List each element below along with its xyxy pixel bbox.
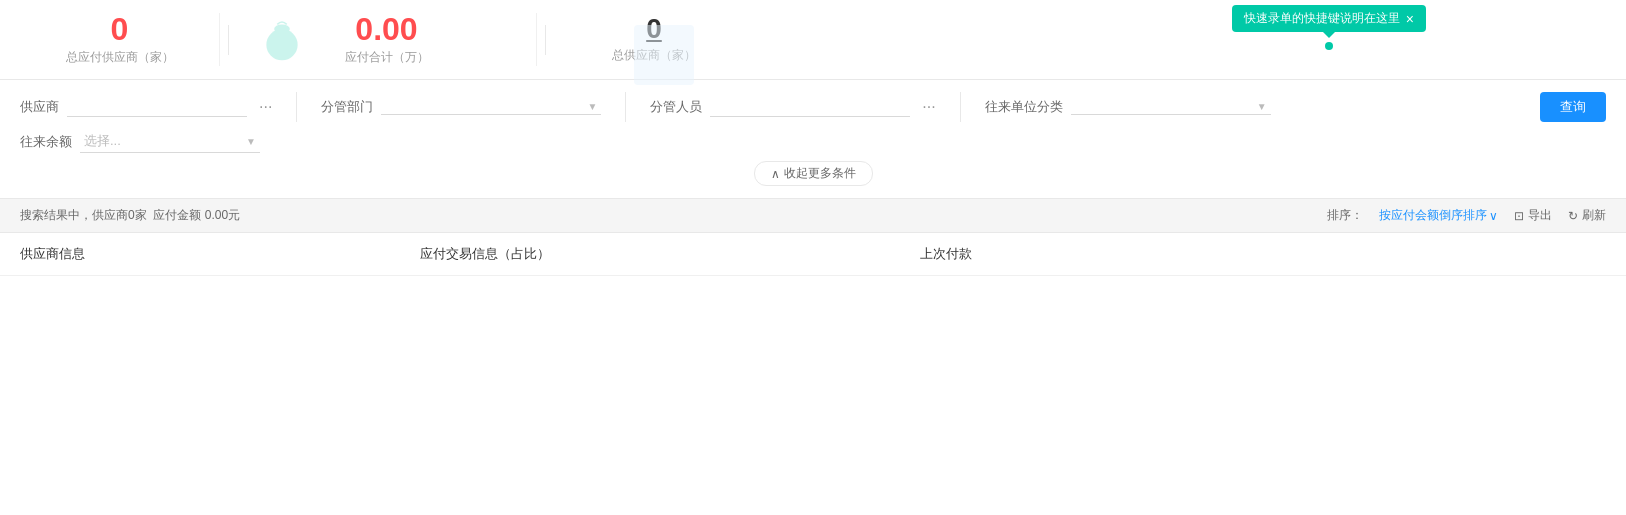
col-supplier-header: 供应商信息 [20,245,420,263]
result-text: 搜索结果中，供应商0家 应付金额 0.00元 [20,207,1327,224]
tooltip-dot [1325,42,1333,50]
stat-total-suppliers: 0 总供应商（家） [554,15,754,64]
filter-area: 供应商 ··· 分管部门 ▼ 分管人员 ··· 往来单位分类 ▼ [0,80,1626,199]
balance-chevron: ▼ [246,136,256,147]
stat-total-payable-suppliers: 0 总应付供应商（家） [20,13,220,66]
person-input[interactable] [710,97,910,117]
stat-bg-decoration [634,25,694,85]
balance-select[interactable]: 选择... ▼ [80,130,260,153]
department-chevron: ▼ [587,101,597,112]
sort-select[interactable]: 按应付会额倒序排序 ∨ [1379,207,1498,224]
collapse-icon: ∧ [771,167,780,181]
top-stats-bar: 0 总应付供应商（家） 0.00 应付合计（万） 快速录单的快捷键说明在这里 ×… [0,0,1626,80]
table-body [0,276,1626,515]
refresh-button[interactable]: ↻ 刷新 [1568,207,1606,224]
result-amount-label: 应付金额 [153,208,201,222]
balance-placeholder: 选择... [84,132,242,150]
filter-divider-3 [960,92,961,122]
filter-unit-class: 往来单位分类 ▼ [985,98,1271,116]
filter-row-2: 往来余额 选择... ▼ [20,130,1606,153]
filter-department: 分管部门 ▼ [321,98,601,116]
stat-payable-suppliers-label: 总应付供应商（家） [66,49,174,66]
supplier-input[interactable] [67,97,247,117]
result-amount-value: 0.00 [205,208,228,222]
unit-class-label: 往来单位分类 [985,98,1063,116]
sort-value: 按应付会额倒序排序 [1379,207,1487,224]
result-actions: 排序： 按应付会额倒序排序 ∨ ⊡ 导出 ↻ 刷新 [1327,207,1606,224]
query-button[interactable]: 查询 [1540,92,1606,122]
result-middle: 家 [135,208,147,222]
result-bar: 搜索结果中，供应商0家 应付金额 0.00元 排序： 按应付会额倒序排序 ∨ ⊡… [0,199,1626,233]
stat-payable-total-label: 应付合计（万） [345,49,429,66]
tooltip-close-btn[interactable]: × [1406,12,1414,26]
col-lastpay-header: 上次付款 [920,245,1606,263]
collapse-label: 收起更多条件 [784,165,856,182]
result-supplier-count: 0 [128,208,135,222]
divider-2 [545,25,546,55]
divider-1 [228,25,229,55]
unit-class-select[interactable]: ▼ [1071,99,1271,115]
stat-payable-suppliers-value: 0 [111,13,129,45]
sort-label: 排序： [1327,207,1363,224]
sort-chevron: ∨ [1489,209,1498,223]
person-label: 分管人员 [650,98,702,116]
person-dots[interactable]: ··· [922,98,935,116]
balance-label: 往来余额 [20,133,72,151]
department-select[interactable]: ▼ [381,99,601,115]
table-header: 供应商信息 应付交易信息（占比） 上次付款 [0,233,1626,276]
filter-divider-2 [625,92,626,122]
shortcut-tooltip[interactable]: 快速录单的快捷键说明在这里 × [1232,5,1426,32]
supplier-label: 供应商 [20,98,59,116]
money-bag-icon [257,15,307,65]
export-label: 导出 [1528,207,1552,224]
stat-payable-total: 0.00 应付合计（万） [237,13,537,66]
result-prefix: 搜索结果中，供应商 [20,208,128,222]
collapse-button[interactable]: ∧ 收起更多条件 [754,161,873,186]
supplier-dots[interactable]: ··· [259,98,272,116]
filter-balance: 往来余额 选择... ▼ [20,130,260,153]
refresh-label: 刷新 [1582,207,1606,224]
stat-payable-total-value: 0.00 [355,13,417,45]
result-amount-unit: 元 [228,208,240,222]
export-icon: ⊡ [1514,209,1524,223]
col-transaction-header: 应付交易信息（占比） [420,245,920,263]
collapse-row: ∧ 收起更多条件 [20,161,1606,186]
unit-class-chevron: ▼ [1257,101,1267,112]
refresh-icon: ↻ [1568,209,1578,223]
filter-row-1: 供应商 ··· 分管部门 ▼ 分管人员 ··· 往来单位分类 ▼ [20,92,1606,122]
export-button[interactable]: ⊡ 导出 [1514,207,1552,224]
tooltip-text: 快速录单的快捷键说明在这里 [1244,10,1400,27]
filter-supplier: 供应商 ··· [20,97,272,117]
filter-person: 分管人员 ··· [650,97,935,117]
department-label: 分管部门 [321,98,373,116]
svg-point-1 [274,24,290,33]
filter-divider-1 [296,92,297,122]
